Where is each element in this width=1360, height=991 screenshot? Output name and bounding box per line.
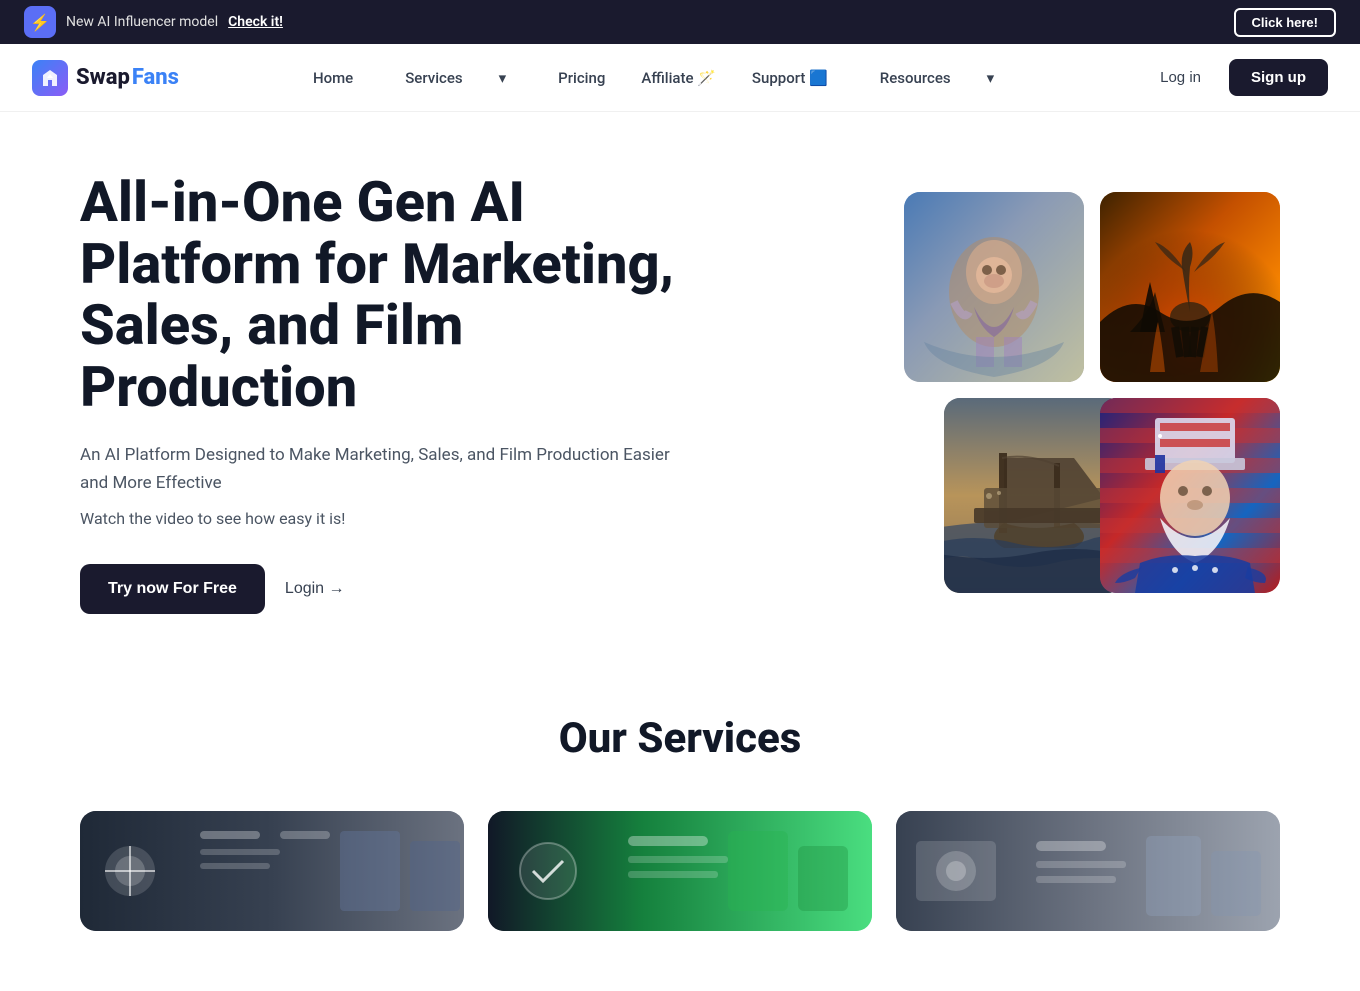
nav-link-home[interactable]: Home	[297, 61, 369, 95]
nav-link-affiliate[interactable]: Affiliate 🪄	[625, 61, 732, 95]
nav-item-affiliate[interactable]: Affiliate 🪄	[625, 61, 732, 95]
announcement-bar: ⚡ New AI Influencer model Check it! Clic…	[0, 0, 1360, 44]
nav-link-resources[interactable]: Resources ▾	[848, 53, 1026, 103]
chevron-down-icon: ▾	[483, 61, 523, 95]
hero-image-uncle-sam	[1100, 398, 1280, 593]
service-card-2[interactable]	[488, 811, 872, 931]
announcement-left: ⚡ New AI Influencer model Check it!	[24, 6, 283, 38]
nav-item-support[interactable]: Support 🟦	[736, 61, 844, 95]
uncle-sam-placeholder	[1100, 398, 1280, 593]
hero-actions: Try now For Free Login →	[80, 564, 680, 614]
logo-swap-text: Swap	[76, 65, 130, 90]
announcement-icon: ⚡	[24, 6, 56, 38]
announcement-text: New AI Influencer model	[66, 14, 218, 30]
services-title: Our Services	[80, 714, 1280, 763]
try-free-button[interactable]: Try now For Free	[80, 564, 265, 614]
hero-subtitle: An AI Platform Designed to Make Marketin…	[80, 442, 680, 496]
hero-tagline: Watch the video to see how easy it is!	[80, 509, 680, 528]
hero-login-button[interactable]: Login →	[285, 580, 345, 598]
logo-fans-text: Fans	[132, 65, 179, 90]
nav-item-home[interactable]: Home	[297, 61, 369, 95]
hero-title: All-in-One Gen AI Platform for Marketing…	[80, 172, 680, 418]
logo-icon	[32, 60, 68, 96]
signup-button[interactable]: Sign up	[1229, 59, 1328, 96]
service-card-3[interactable]	[896, 811, 1280, 931]
deer-fire-placeholder	[1100, 192, 1280, 382]
announcement-cta-button[interactable]: Click here!	[1234, 8, 1336, 37]
service-card-1[interactable]	[80, 811, 464, 931]
hero-image-deer-fire	[1100, 192, 1280, 382]
hero-image-pig-warrior	[904, 192, 1084, 382]
nav-actions: Log in Sign up	[1144, 59, 1328, 96]
logo[interactable]: SwapFans	[32, 60, 179, 96]
navbar: SwapFans Home Services ▾ Pricing Affilia…	[0, 44, 1360, 112]
announcement-link[interactable]: Check it!	[228, 14, 283, 30]
nav-item-resources[interactable]: Resources ▾	[848, 53, 1026, 103]
pig-warrior-placeholder	[904, 192, 1084, 382]
hero-section: All-in-One Gen AI Platform for Marketing…	[0, 112, 1360, 654]
hero-left: All-in-One Gen AI Platform for Marketing…	[80, 172, 680, 614]
chevron-down-icon-resources: ▾	[971, 61, 1011, 95]
nav-links: Home Services ▾ Pricing Affiliate 🪄 Supp…	[297, 53, 1026, 103]
login-button[interactable]: Log in	[1144, 61, 1217, 94]
services-grid	[80, 811, 1280, 931]
hero-image-ship	[944, 398, 1124, 593]
nav-link-services[interactable]: Services ▾	[373, 53, 538, 103]
services-section: Our Services	[0, 654, 1360, 991]
nav-item-services[interactable]: Services ▾	[373, 53, 538, 103]
nav-item-pricing[interactable]: Pricing	[542, 61, 621, 95]
nav-link-support[interactable]: Support 🟦	[736, 61, 844, 95]
ship-placeholder	[944, 398, 1124, 593]
nav-link-pricing[interactable]: Pricing	[542, 61, 621, 95]
hero-images	[904, 192, 1280, 593]
